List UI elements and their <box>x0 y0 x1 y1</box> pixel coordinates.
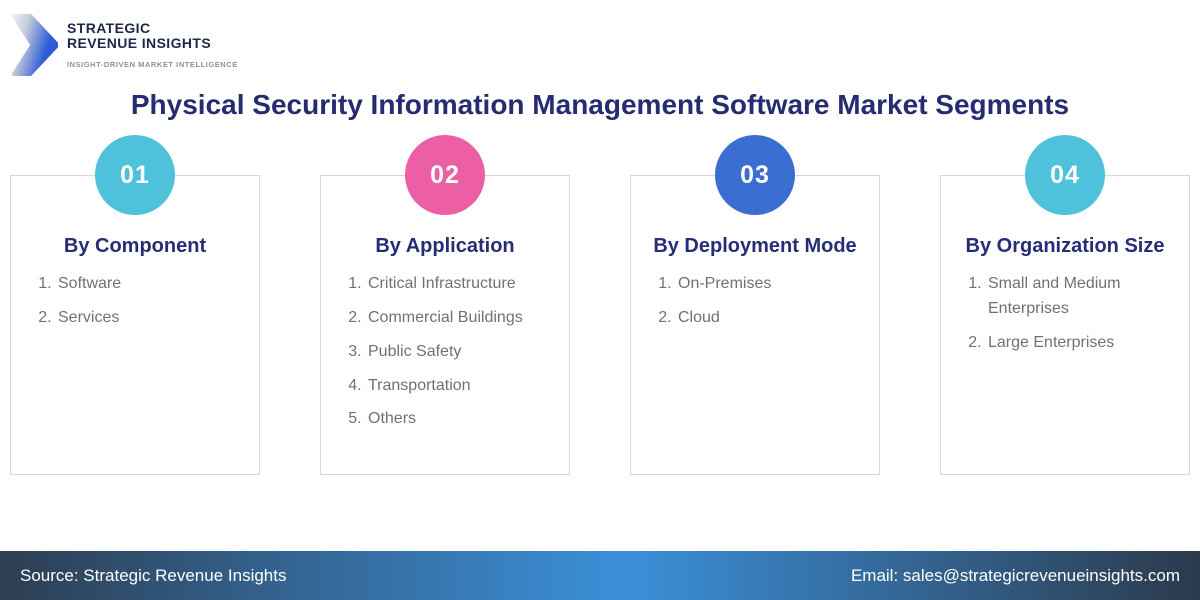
segment-list: Small and Medium Enterprises Large Enter… <box>956 272 1174 355</box>
segment-cards: 01 By Component Software Services 02 By … <box>0 135 1200 476</box>
segment-heading: By Application <box>375 235 515 258</box>
brand-name-line1: STRATEGIC <box>67 19 151 36</box>
list-item: Software <box>56 272 244 297</box>
email-text: Email: sales@strategicrevenueinsights.co… <box>850 565 1180 585</box>
segment-number-badge: 02 <box>405 135 485 216</box>
segment-card-body: By Component Software Services <box>10 175 260 476</box>
list-item: Cloud <box>676 306 864 331</box>
segment-heading: By Component <box>63 235 207 258</box>
list-item: Critical Infrastructure <box>366 272 554 297</box>
segment-card-body: By Organization Size Small and Medium En… <box>940 175 1190 476</box>
list-item: Commercial Buildings <box>366 306 554 331</box>
list-item: Others <box>366 407 554 432</box>
list-item: Public Safety <box>366 340 554 365</box>
brand-tagline: INSIGHT-DRIVEN MARKET INTELLIGENCE <box>67 59 238 69</box>
segment-heading: By Organization Size <box>965 235 1165 258</box>
segment-list: On-Premises Cloud <box>646 272 864 331</box>
segment-list: Critical Infrastructure Commercial Build… <box>336 272 554 432</box>
list-item: Small and Medium Enterprises <box>986 272 1174 322</box>
infographic-page: STRATEGIC REVENUE INSIGHTS INSIGHT-DRIVE… <box>0 0 1200 600</box>
header: STRATEGIC REVENUE INSIGHTS INSIGHT-DRIVE… <box>0 0 1200 76</box>
segment-card-body: By Application Critical Infrastructure C… <box>320 175 570 476</box>
segment-number-badge: 03 <box>715 135 795 216</box>
segment-card-application: 02 By Application Critical Infrastructur… <box>320 135 570 476</box>
brand-name: STRATEGIC REVENUE INSIGHTS INSIGHT-DRIVE… <box>67 19 238 70</box>
segment-list: Software Services <box>26 272 244 331</box>
footer-bar: Source: Strategic Revenue Insights Email… <box>0 551 1200 600</box>
page-title: Physical Security Information Management… <box>130 89 1070 120</box>
brand-name-line2: REVENUE INSIGHTS <box>67 35 212 52</box>
segment-card-component: 01 By Component Software Services <box>10 135 260 476</box>
segment-number-badge: 01 <box>95 135 175 216</box>
segment-card-body: By Deployment Mode On-Premises Cloud <box>630 175 880 476</box>
list-item: Large Enterprises <box>986 331 1174 356</box>
segment-card-organization-size: 04 By Organization Size Small and Medium… <box>940 135 1190 476</box>
segment-card-deployment-mode: 03 By Deployment Mode On-Premises Cloud <box>630 135 880 476</box>
list-item: Services <box>56 306 244 331</box>
segment-heading: By Deployment Mode <box>653 235 857 258</box>
list-item: On-Premises <box>676 272 864 297</box>
chevron-arrow-icon <box>12 14 58 76</box>
source-text: Source: Strategic Revenue Insights <box>20 565 287 585</box>
segment-number-badge: 04 <box>1025 135 1105 216</box>
list-item: Transportation <box>366 374 554 399</box>
brand-logo: STRATEGIC REVENUE INSIGHTS INSIGHT-DRIVE… <box>12 14 1200 76</box>
